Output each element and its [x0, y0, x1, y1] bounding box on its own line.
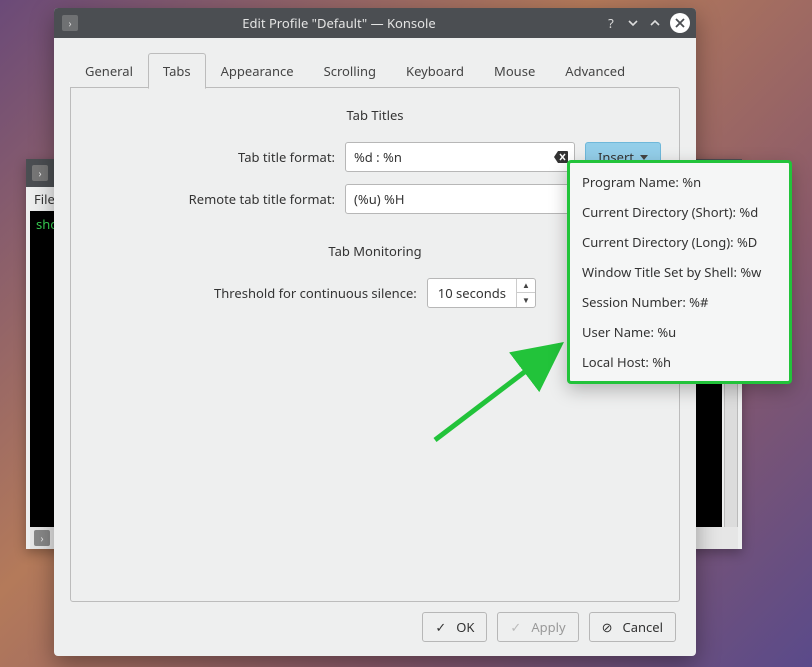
- konsole-app-icon: ›: [32, 165, 48, 181]
- tab-mouse[interactable]: Mouse: [479, 53, 550, 88]
- menu-item-window-title[interactable]: Window Title Set by Shell: %w: [570, 257, 789, 287]
- tab-keyboard[interactable]: Keyboard: [391, 53, 479, 88]
- check-icon: [510, 618, 525, 636]
- minimize-button[interactable]: [624, 14, 642, 32]
- menu-item-session-number[interactable]: Session Number: %#: [570, 287, 789, 317]
- menu-item-local-host[interactable]: Local Host: %h: [570, 347, 789, 377]
- dialog-titlebar[interactable]: › Edit Profile "Default" — Konsole ?: [54, 8, 696, 38]
- spin-down-icon[interactable]: ▼: [517, 293, 535, 307]
- section-tab-titles: Tab Titles: [89, 106, 661, 124]
- silence-threshold-value: 10 seconds: [428, 284, 516, 302]
- check-icon: [435, 618, 450, 636]
- menu-item-current-dir-short[interactable]: Current Directory (Short): %d: [570, 197, 789, 227]
- help-button[interactable]: ?: [602, 14, 620, 32]
- apply-button[interactable]: Apply: [497, 612, 578, 642]
- menu-file[interactable]: File: [34, 190, 55, 208]
- tab-general[interactable]: General: [70, 53, 148, 88]
- konsole-tab-icon: ›: [34, 530, 50, 546]
- dialog-app-icon: ›: [62, 15, 78, 31]
- cancel-button[interactable]: Cancel: [589, 612, 676, 642]
- ok-button[interactable]: OK: [422, 612, 487, 642]
- cancel-icon: [602, 618, 617, 636]
- chevron-down-icon: [640, 155, 648, 160]
- menu-item-user-name[interactable]: User Name: %u: [570, 317, 789, 347]
- profile-tabs: General Tabs Appearance Scrolling Keyboa…: [70, 52, 680, 88]
- dialog-button-bar: OK Apply Cancel: [70, 602, 680, 646]
- close-button[interactable]: [670, 13, 690, 33]
- tab-tabs[interactable]: Tabs: [148, 53, 206, 89]
- insert-dropdown-menu: Program Name: %n Current Directory (Shor…: [567, 160, 792, 384]
- menu-item-current-dir-long[interactable]: Current Directory (Long): %D: [570, 227, 789, 257]
- silence-threshold-spinbox[interactable]: 10 seconds ▲ ▼: [427, 278, 536, 308]
- tab-appearance[interactable]: Appearance: [206, 53, 309, 88]
- dialog-title: Edit Profile "Default" — Konsole: [80, 14, 598, 32]
- tab-advanced[interactable]: Advanced: [550, 53, 640, 88]
- spin-up-icon[interactable]: ▲: [517, 279, 535, 293]
- menu-item-program-name[interactable]: Program Name: %n: [570, 167, 789, 197]
- tab-title-format-label: Tab title format:: [89, 148, 335, 166]
- remote-tab-title-format-label: Remote tab title format:: [89, 190, 335, 208]
- silence-threshold-label: Threshold for continuous silence:: [214, 284, 417, 302]
- tab-title-format-input[interactable]: [345, 142, 575, 172]
- maximize-button[interactable]: [646, 14, 664, 32]
- tab-scrolling[interactable]: Scrolling: [309, 53, 391, 88]
